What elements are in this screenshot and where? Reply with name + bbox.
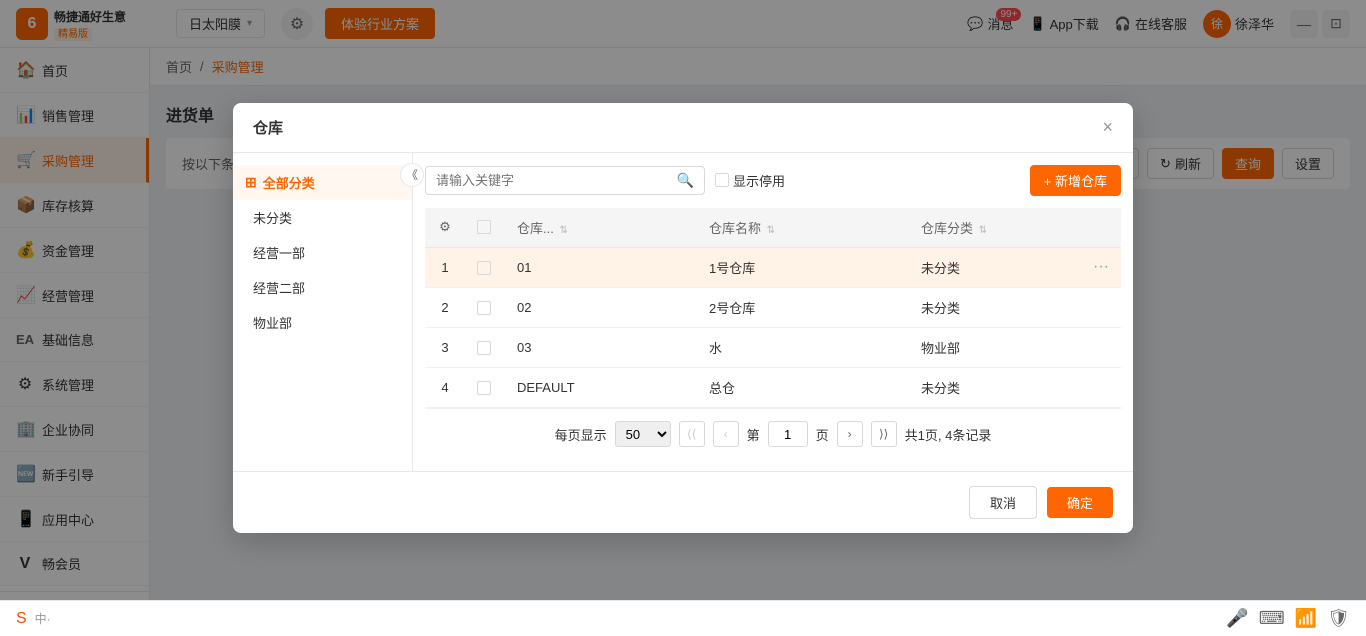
col-category: 仓库分类 ⇅ [909,208,1121,248]
microphone-icon[interactable]: 🎤 [1226,608,1248,629]
new-warehouse-button[interactable]: + 新增仓库 [1030,165,1121,196]
row-name: 2号仓库 [697,288,909,328]
row-checkbox-cell[interactable] [465,368,505,408]
row-checkbox-cell[interactable] [465,328,505,368]
shield-icon[interactable]: 🛡 [1327,608,1350,629]
row-code: DEFAULT [505,368,697,408]
table-body: 1 01 1号仓库 未分类 ··· 2 02 2号仓库 未分类 3 03 水 物… [425,247,1121,408]
bottom-left: S 中· [16,610,51,628]
table-row[interactable]: 2 02 2号仓库 未分类 [425,288,1121,328]
show-disabled-checkbox[interactable] [715,173,729,187]
table-row[interactable]: 1 01 1号仓库 未分类 ··· [425,247,1121,288]
row-code: 02 [505,288,697,328]
row-category: 未分类 [909,288,1121,328]
all-categories-btn[interactable]: ⊞ 全部分类 [233,165,412,200]
table-panel: 🔍 显示停用 + 新增仓库 ⚙ [413,153,1133,472]
first-page-button[interactable]: ⟨⟨ [679,421,705,447]
row-code: 01 [505,247,697,288]
keyboard-icon[interactable]: ⌨ [1259,608,1285,629]
row-name: 总仓 [697,368,909,408]
search-icon[interactable]: 🔍 [677,172,694,189]
table-row[interactable]: 4 DEFAULT 总仓 未分类 [425,368,1121,408]
modal-title: 仓库 [253,117,283,138]
next-page-button[interactable]: › [837,421,863,447]
modal-body: ⊞ 全部分类 《 未分类 经营一部 经营二部 物业部 🔍 [233,153,1133,472]
warehouse-modal: 仓库 × ⊞ 全部分类 《 未分类 经营一部 经营二部 物业部 [233,103,1133,534]
confirm-button[interactable]: 确定 [1047,487,1113,518]
network-icon[interactable]: 📶 [1295,608,1317,629]
modal-overlay: 仓库 × ⊞ 全部分类 《 未分类 经营一部 经营二部 物业部 [0,0,1366,636]
col-code: 仓库... ⇅ [505,208,697,248]
table-header: ⚙ 仓库... ⇅ 仓库名称 ⇅ [425,208,1121,248]
row-category: 未分类 ··· [909,248,1121,288]
row-category: 物业部 [909,328,1121,368]
table-row[interactable]: 3 03 水 物业部 [425,328,1121,368]
row-checkbox-cell[interactable] [465,288,505,328]
row-name: 水 [697,328,909,368]
lang-icon: S [16,610,27,628]
category-item-ops2[interactable]: 经营二部 [233,270,412,305]
modal-close-button[interactable]: × [1102,118,1113,136]
page-input[interactable] [768,421,808,447]
sort-icon: ⇅ [559,225,567,236]
row-checkbox-cell[interactable] [465,247,505,288]
col-checkbox [465,208,505,248]
warehouse-table: ⚙ 仓库... ⇅ 仓库名称 ⇅ [425,208,1121,409]
category-panel: ⊞ 全部分类 《 未分类 经营一部 经营二部 物业部 [233,153,413,472]
row-category: 未分类 [909,368,1121,408]
row-num: 4 [425,368,465,408]
collapse-panel-button[interactable]: 《 [400,163,424,187]
search-field[interactable]: 🔍 [425,166,705,195]
search-input[interactable] [436,173,671,188]
more-options-button[interactable]: ··· [1093,258,1109,276]
bottom-right: 🎤 ⌨ 📶 🛡 [1226,608,1350,629]
select-all-checkbox[interactable] [477,220,491,234]
row-num: 1 [425,247,465,288]
modal-header: 仓库 × [233,103,1133,153]
table-container: ⚙ 仓库... ⇅ 仓库名称 ⇅ [425,208,1121,409]
row-checkbox[interactable] [477,301,491,315]
row-checkbox[interactable] [477,341,491,355]
prev-page-button[interactable]: ‹ [713,421,739,447]
sort-icon-category: ⇅ [979,225,987,236]
category-item-ops1[interactable]: 经营一部 [233,235,412,270]
modal-footer: 取消 确定 [233,471,1133,533]
col-name: 仓库名称 ⇅ [697,208,909,248]
pagination-bar: 每页显示 50 20 100 ⟨⟨ ‹ 第 页 › ⟩⟩ 共1页, 4条记录 [425,408,1121,459]
row-name: 1号仓库 [697,247,909,288]
category-item-property[interactable]: 物业部 [233,305,412,340]
last-page-button[interactable]: ⟩⟩ [871,421,897,447]
category-item-unclassified[interactable]: 未分类 [233,200,412,235]
row-num: 3 [425,328,465,368]
col-settings: ⚙ [425,208,465,248]
row-checkbox[interactable] [477,261,491,275]
show-disabled-label[interactable]: 显示停用 [715,171,785,190]
table-toolbar: 🔍 显示停用 + 新增仓库 [425,165,1121,196]
cancel-button[interactable]: 取消 [969,486,1037,519]
row-code: 03 [505,328,697,368]
bottom-bar: S 中· 🎤 ⌨ 📶 🛡 [0,600,1366,636]
row-num: 2 [425,288,465,328]
sort-icon-name: ⇅ [767,225,775,236]
grid-icon: ⊞ [245,174,257,191]
row-checkbox[interactable] [477,381,491,395]
page-size-select[interactable]: 50 20 100 [615,421,671,447]
